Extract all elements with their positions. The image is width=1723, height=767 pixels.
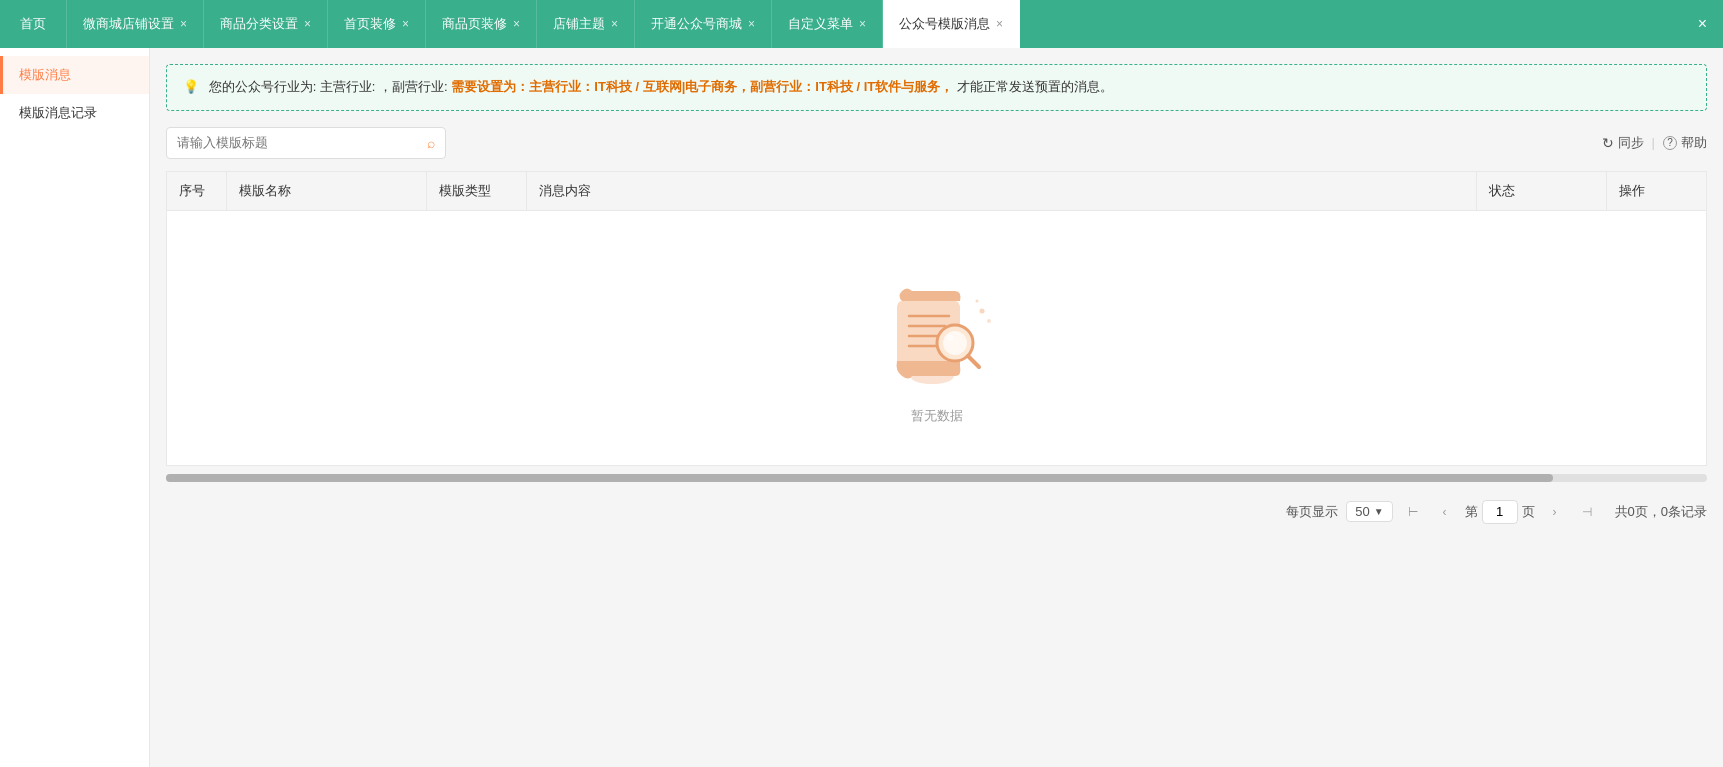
first-page-button[interactable]: ⊢ bbox=[1401, 500, 1425, 524]
page-suffix: 页 bbox=[1522, 503, 1535, 521]
nav-tab-category-settings[interactable]: 商品分类设置 × bbox=[204, 0, 328, 48]
total-info: 共0页，0条记录 bbox=[1615, 503, 1707, 521]
per-page-select[interactable]: 50 ▼ bbox=[1346, 501, 1392, 522]
col-name: 模版名称 bbox=[227, 171, 427, 210]
page-label: 第 bbox=[1465, 503, 1478, 521]
nav-tab-home-decoration-close[interactable]: × bbox=[402, 17, 409, 31]
pagination: 每页显示 50 ▼ ⊢ ‹ 第 页 › ⊣ 共0页，0条记录 bbox=[166, 490, 1707, 528]
sidebar: 模版消息 模版消息记录 bbox=[0, 48, 150, 767]
nav-tab-home-label: 首页 bbox=[20, 15, 46, 33]
svg-point-8 bbox=[947, 335, 953, 341]
col-index: 序号 bbox=[167, 171, 227, 210]
nav-tab-template-msg-close[interactable]: × bbox=[996, 17, 1003, 31]
nav-tab-custom-menu-label: 自定义菜单 bbox=[788, 15, 853, 33]
svg-point-10 bbox=[987, 319, 991, 323]
nav-tab-template-msg-label: 公众号模版消息 bbox=[899, 15, 990, 33]
top-navigation: 首页 微商城店铺设置 × 商品分类设置 × 首页装修 × 商品页装修 × 店铺主… bbox=[0, 0, 1723, 48]
col-content: 消息内容 bbox=[527, 171, 1477, 210]
help-icon: ? bbox=[1663, 136, 1677, 150]
data-table: 序号 模版名称 模版类型 消息内容 状态 操作 bbox=[166, 171, 1707, 466]
nav-tab-product-decoration[interactable]: 商品页装修 × bbox=[426, 0, 537, 48]
col-action: 操作 bbox=[1607, 171, 1707, 210]
nav-tab-product-decoration-label: 商品页装修 bbox=[442, 15, 507, 33]
nav-tab-product-decoration-close[interactable]: × bbox=[513, 17, 520, 31]
nav-tab-category-settings-close[interactable]: × bbox=[304, 17, 311, 31]
sync-label: 同步 bbox=[1618, 134, 1644, 152]
table-header-row: 序号 模版名称 模版类型 消息内容 状态 操作 bbox=[167, 171, 1707, 210]
svg-point-6 bbox=[943, 331, 967, 355]
svg-line-7 bbox=[968, 356, 979, 367]
sidebar-item-template-message-record-label: 模版消息记录 bbox=[19, 105, 97, 120]
horizontal-scrollbar[interactable] bbox=[166, 474, 1707, 482]
nav-tab-template-msg[interactable]: 公众号模版消息 × bbox=[883, 0, 1020, 48]
scrollbar-thumb[interactable] bbox=[166, 474, 1553, 482]
next-page-button[interactable]: › bbox=[1543, 500, 1567, 524]
nav-tab-open-mall[interactable]: 开通公众号商城 × bbox=[635, 0, 772, 48]
nav-tab-category-settings-label: 商品分类设置 bbox=[220, 15, 298, 33]
search-input[interactable] bbox=[177, 135, 427, 150]
page-number-input[interactable] bbox=[1482, 500, 1518, 524]
nav-tab-shop-settings-close[interactable]: × bbox=[180, 17, 187, 31]
nav-tab-open-mall-close[interactable]: × bbox=[748, 17, 755, 31]
nav-close-all-button[interactable]: × bbox=[1682, 15, 1723, 33]
nav-tab-store-theme[interactable]: 店铺主题 × bbox=[537, 0, 635, 48]
col-status: 状态 bbox=[1477, 171, 1607, 210]
main-layout: 模版消息 模版消息记录 💡 您的公众号行业为: 主营行业: ，副营行业: 需要设… bbox=[0, 48, 1723, 767]
help-label: 帮助 bbox=[1681, 134, 1707, 152]
nav-tab-shop-settings[interactable]: 微商城店铺设置 × bbox=[67, 0, 204, 48]
empty-text: 暂无数据 bbox=[911, 407, 963, 425]
empty-illustration bbox=[877, 271, 997, 391]
toolbar-right: ↻ 同步 | ? 帮助 bbox=[1602, 134, 1707, 152]
nav-tab-home-decoration[interactable]: 首页装修 × bbox=[328, 0, 426, 48]
search-input-wrap: ⌕ bbox=[166, 127, 446, 159]
empty-state: 暂无数据 bbox=[167, 211, 1706, 465]
notice-suffix: 才能正常发送预置的消息。 bbox=[957, 79, 1113, 94]
toolbar-divider: | bbox=[1652, 135, 1655, 150]
notice-prefix: 您的公众号行业为: 主营行业: ，副营行业: bbox=[209, 79, 448, 94]
search-icon[interactable]: ⌕ bbox=[427, 135, 435, 151]
nav-tab-open-mall-label: 开通公众号商城 bbox=[651, 15, 742, 33]
sidebar-item-template-message[interactable]: 模版消息 bbox=[0, 56, 149, 94]
page-input-wrap: 第 页 bbox=[1465, 500, 1535, 524]
nav-tab-store-theme-label: 店铺主题 bbox=[553, 15, 605, 33]
sync-button[interactable]: ↻ 同步 bbox=[1602, 134, 1644, 152]
prev-page-button[interactable]: ‹ bbox=[1433, 500, 1457, 524]
nav-tab-shop-settings-label: 微商城店铺设置 bbox=[83, 15, 174, 33]
nav-tab-store-theme-close[interactable]: × bbox=[611, 17, 618, 31]
nav-tab-home[interactable]: 首页 bbox=[0, 0, 67, 48]
nav-tab-custom-menu-close[interactable]: × bbox=[859, 17, 866, 31]
main-content: 💡 您的公众号行业为: 主营行业: ，副营行业: 需要设置为：主营行业：IT科技… bbox=[150, 48, 1723, 767]
empty-cell: 暂无数据 bbox=[167, 210, 1707, 465]
empty-row: 暂无数据 bbox=[167, 210, 1707, 465]
help-button[interactable]: ? 帮助 bbox=[1663, 134, 1707, 152]
sync-icon: ↻ bbox=[1602, 135, 1614, 151]
last-page-button[interactable]: ⊣ bbox=[1575, 500, 1599, 524]
search-bar: ⌕ ↻ 同步 | ? 帮助 bbox=[166, 127, 1707, 159]
notice-icon: 💡 bbox=[183, 79, 199, 94]
nav-tab-custom-menu[interactable]: 自定义菜单 × bbox=[772, 0, 883, 48]
per-page-value: 50 bbox=[1355, 504, 1369, 519]
sidebar-item-template-message-record[interactable]: 模版消息记录 bbox=[0, 94, 149, 132]
notice-banner: 💡 您的公众号行业为: 主营行业: ，副营行业: 需要设置为：主营行业：IT科技… bbox=[166, 64, 1707, 111]
col-type: 模版类型 bbox=[427, 171, 527, 210]
sidebar-item-template-message-label: 模版消息 bbox=[19, 67, 71, 82]
svg-point-9 bbox=[979, 308, 984, 313]
per-page-dropdown-icon: ▼ bbox=[1374, 506, 1384, 517]
per-page-label: 每页显示 bbox=[1286, 503, 1338, 521]
svg-point-11 bbox=[975, 299, 978, 302]
notice-highlight: 需要设置为：主营行业：IT科技 / 互联网|电子商务，副营行业：IT科技 / I… bbox=[451, 79, 953, 94]
nav-tab-home-decoration-label: 首页装修 bbox=[344, 15, 396, 33]
